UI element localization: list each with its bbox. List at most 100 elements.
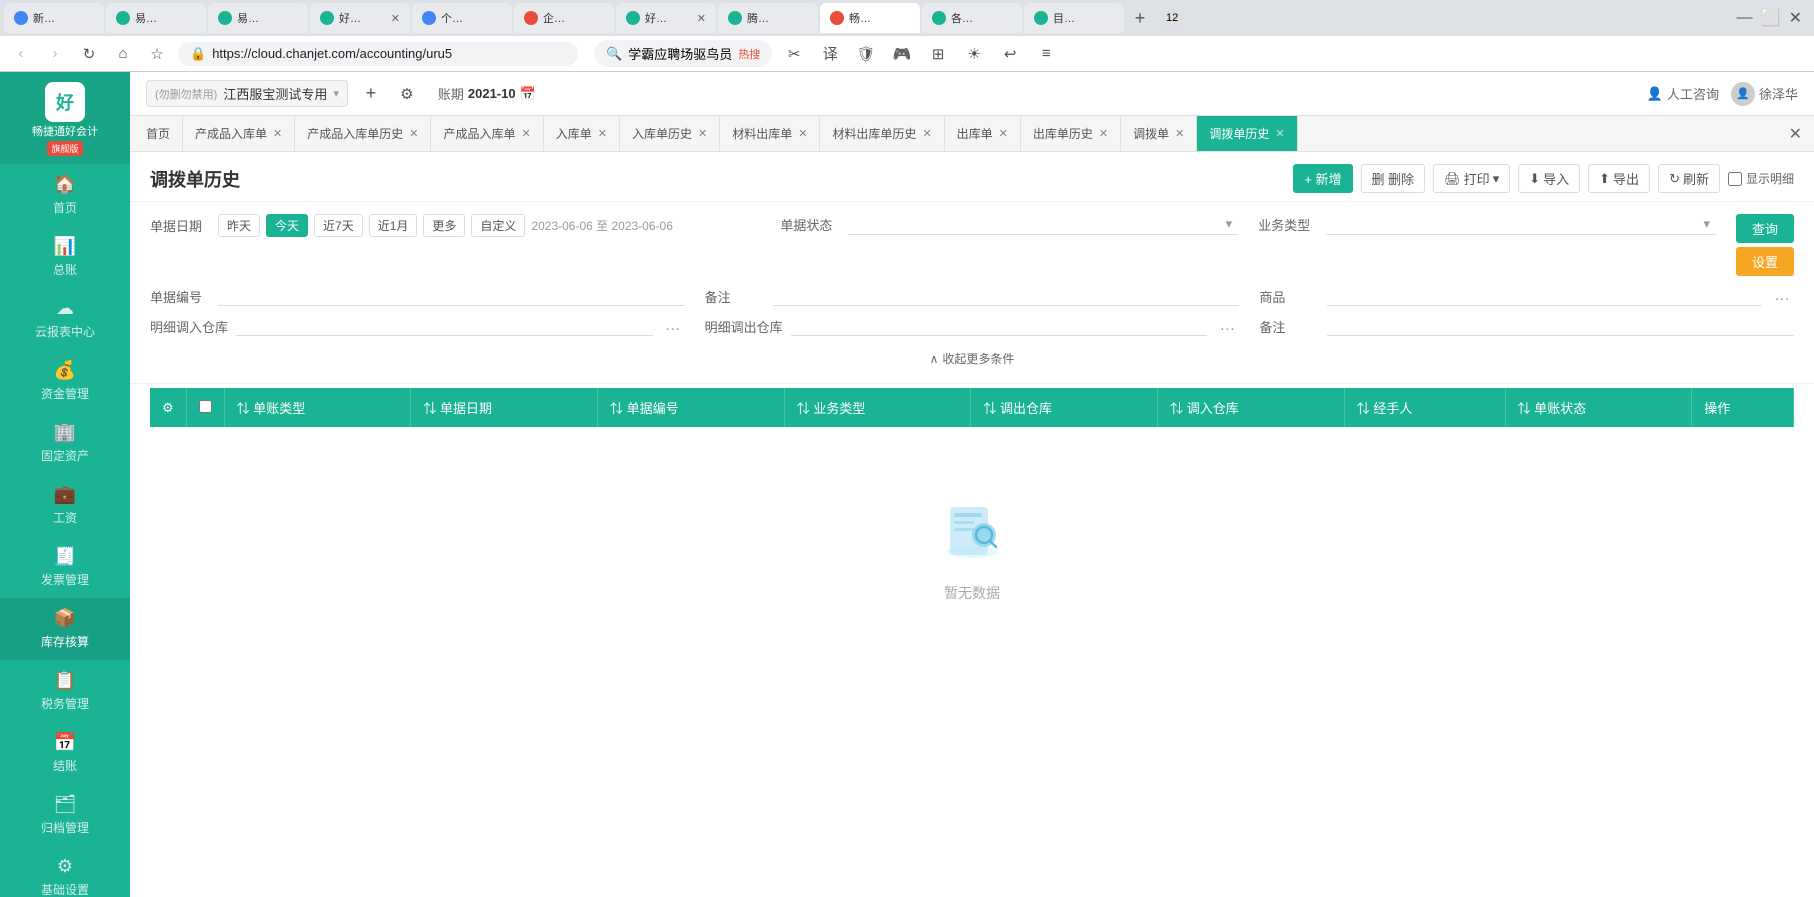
- goods-input[interactable]: [1327, 286, 1762, 306]
- sidebar-item-ledger[interactable]: 📊 总账: [0, 226, 130, 288]
- th-doc-number[interactable]: ⇅ 单据编号: [598, 388, 785, 427]
- page-tab-ckd-close[interactable]: ✕: [999, 127, 1008, 140]
- shield-icon[interactable]: 🛡: [852, 40, 880, 68]
- query-button[interactable]: 查询: [1736, 214, 1794, 243]
- th-gear[interactable]: ⚙: [150, 388, 186, 427]
- back-button[interactable]: ‹: [8, 41, 34, 67]
- extensions-icon[interactable]: ✂: [780, 40, 808, 68]
- sidebar-item-inventory[interactable]: 📦 库存核算: [0, 598, 130, 660]
- browser-tab-11[interactable]: 目…: [1024, 3, 1124, 33]
- translate-icon[interactable]: 译: [816, 40, 844, 68]
- number-input[interactable]: [218, 286, 685, 306]
- reload-button[interactable]: ↻: [76, 41, 102, 67]
- page-tab-home[interactable]: 首页: [134, 116, 183, 151]
- company-settings-icon[interactable]: ⚙: [394, 81, 420, 107]
- th-doc-status[interactable]: ⇅ 单账状态: [1505, 388, 1692, 427]
- select-all-checkbox[interactable]: [199, 400, 212, 413]
- calendar-icon[interactable]: 📅: [520, 86, 536, 102]
- note-input[interactable]: [773, 286, 1240, 306]
- page-tab-cprkd2[interactable]: 产成品入库单 ✕: [431, 116, 543, 151]
- date-more-btn[interactable]: 更多: [423, 214, 465, 237]
- date-custom-btn[interactable]: 自定义: [471, 214, 525, 237]
- th-doc-type[interactable]: ⇅ 单账类型: [224, 388, 411, 427]
- sidebar-item-reports[interactable]: ☁ 云报表中心: [0, 288, 130, 350]
- sidebar-item-settings[interactable]: ⚙ 基础设置: [0, 846, 130, 897]
- page-tab-dbd[interactable]: 调拨单 ✕: [1121, 116, 1197, 151]
- page-tab-dbd-close[interactable]: ✕: [1175, 127, 1184, 140]
- page-tab-cprkd[interactable]: 产成品入库单 ✕: [183, 116, 295, 151]
- page-tab-rkdls[interactable]: 入库单历史 ✕: [620, 116, 720, 151]
- th-handler[interactable]: ⇅ 经手人: [1344, 388, 1505, 427]
- sidebar-item-archives[interactable]: 🗂 归档管理: [0, 784, 130, 846]
- browser-tab-10[interactable]: 各…: [922, 3, 1022, 33]
- collapse-button[interactable]: ∧ 收起更多条件: [150, 346, 1794, 371]
- grid-icon[interactable]: ⊞: [924, 40, 952, 68]
- browser-tab-4[interactable]: 好… ✕: [310, 3, 410, 33]
- page-tab-rkd[interactable]: 入库单 ✕: [544, 116, 620, 151]
- page-tab-ckdls-close[interactable]: ✕: [1099, 127, 1108, 140]
- browser-tab-8[interactable]: 腾…: [718, 3, 818, 33]
- out-warehouse-input[interactable]: [791, 316, 1208, 336]
- sidebar-item-funds[interactable]: 💰 资金管理: [0, 350, 130, 412]
- in-warehouse-picker-icon[interactable]: …: [661, 317, 685, 335]
- sidebar-item-assets[interactable]: 🏢 固定资产: [0, 412, 130, 474]
- page-tab-cprkd2-close[interactable]: ✕: [522, 127, 531, 140]
- display-checkbox[interactable]: [1728, 172, 1742, 186]
- page-tab-clckdls-close[interactable]: ✕: [922, 127, 931, 140]
- browser-tab-2[interactable]: 易…: [106, 3, 206, 33]
- tab-close-4[interactable]: ✕: [391, 12, 400, 25]
- settings-button[interactable]: 设置: [1736, 247, 1794, 276]
- import-button[interactable]: ⬇ 导入: [1518, 164, 1580, 193]
- page-tab-cprkdls[interactable]: 产成品入库单历史 ✕: [295, 116, 431, 151]
- forward-button[interactable]: ›: [42, 41, 68, 67]
- print-button[interactable]: 🖨 打印 ▾: [1433, 164, 1510, 193]
- th-in-warehouse[interactable]: ⇅ 调入仓库: [1158, 388, 1345, 427]
- page-tab-clckd[interactable]: 材料出库单 ✕: [720, 116, 820, 151]
- export-button[interactable]: ⬆ 导出: [1588, 164, 1650, 193]
- close-window-icon[interactable]: ✕: [1789, 8, 1802, 28]
- page-tab-cprkd-close[interactable]: ✕: [273, 127, 282, 140]
- page-tab-ckdls[interactable]: 出库单历史 ✕: [1021, 116, 1121, 151]
- goods-picker-icon[interactable]: …: [1770, 287, 1794, 305]
- bookmark-button[interactable]: ☆: [144, 41, 170, 67]
- page-tab-rkd-close[interactable]: ✕: [598, 127, 607, 140]
- minimize-icon[interactable]: —: [1737, 9, 1753, 27]
- page-tab-ckd[interactable]: 出库单 ✕: [945, 116, 1021, 151]
- status-select[interactable]: ▾: [848, 214, 1238, 235]
- date-yesterday-btn[interactable]: 昨天: [218, 214, 260, 237]
- browser-tab-1[interactable]: 新…: [4, 3, 104, 33]
- note2-input[interactable]: [1327, 316, 1794, 336]
- in-warehouse-input[interactable]: [236, 316, 653, 336]
- browser-tab-5[interactable]: 个…: [412, 3, 512, 33]
- sidebar-item-tax[interactable]: 📋 税务管理: [0, 660, 130, 722]
- close-all-tabs-button[interactable]: ✕: [1781, 120, 1810, 148]
- th-out-warehouse[interactable]: ⇅ 调出仓库: [971, 388, 1158, 427]
- sidebar-item-closing[interactable]: 📅 结账: [0, 722, 130, 784]
- games-icon[interactable]: 🎮: [888, 40, 916, 68]
- date-7days-btn[interactable]: 近7天: [314, 214, 363, 237]
- page-tab-dbdls-close[interactable]: ✕: [1275, 127, 1284, 140]
- page-tab-dbdls[interactable]: 调拨单历史 ✕: [1197, 116, 1297, 151]
- user-profile-button[interactable]: 👤 徐泽华: [1731, 82, 1798, 106]
- undo-icon[interactable]: ↩: [996, 40, 1024, 68]
- biztype-select[interactable]: ▾: [1326, 214, 1716, 235]
- browser-tab-6[interactable]: 企…: [514, 3, 614, 33]
- page-tab-cprkdls-close[interactable]: ✕: [409, 127, 418, 140]
- page-tab-clckdls[interactable]: 材料出库单历史 ✕: [820, 116, 944, 151]
- browser-tab-7[interactable]: 好… ✕: [616, 3, 716, 33]
- sidebar-item-home[interactable]: 🏠 首页: [0, 164, 130, 226]
- browser-search-bar[interactable]: 🔍 学霸应聘场驱鸟员 热搜: [594, 40, 772, 67]
- home-button[interactable]: ⌂: [110, 41, 136, 67]
- sidebar-item-invoices[interactable]: 🧾 发票管理: [0, 536, 130, 598]
- tab-close-7[interactable]: ✕: [697, 12, 706, 25]
- out-warehouse-picker-icon[interactable]: …: [1215, 317, 1239, 335]
- page-tab-clckd-close[interactable]: ✕: [798, 127, 807, 140]
- delete-button[interactable]: 删 删除: [1361, 164, 1426, 193]
- browser-tab-9[interactable]: 畅…: [820, 3, 920, 33]
- app-logo[interactable]: 好 畅捷通好会计 旗舰版: [0, 72, 130, 164]
- maximize-icon[interactable]: ⬜: [1761, 8, 1781, 28]
- date-1month-btn[interactable]: 近1月: [369, 214, 418, 237]
- sidebar-item-wages[interactable]: 💼 工资: [0, 474, 130, 536]
- th-doc-date[interactable]: ⇅ 单据日期: [411, 388, 598, 427]
- add-company-button[interactable]: +: [358, 81, 384, 107]
